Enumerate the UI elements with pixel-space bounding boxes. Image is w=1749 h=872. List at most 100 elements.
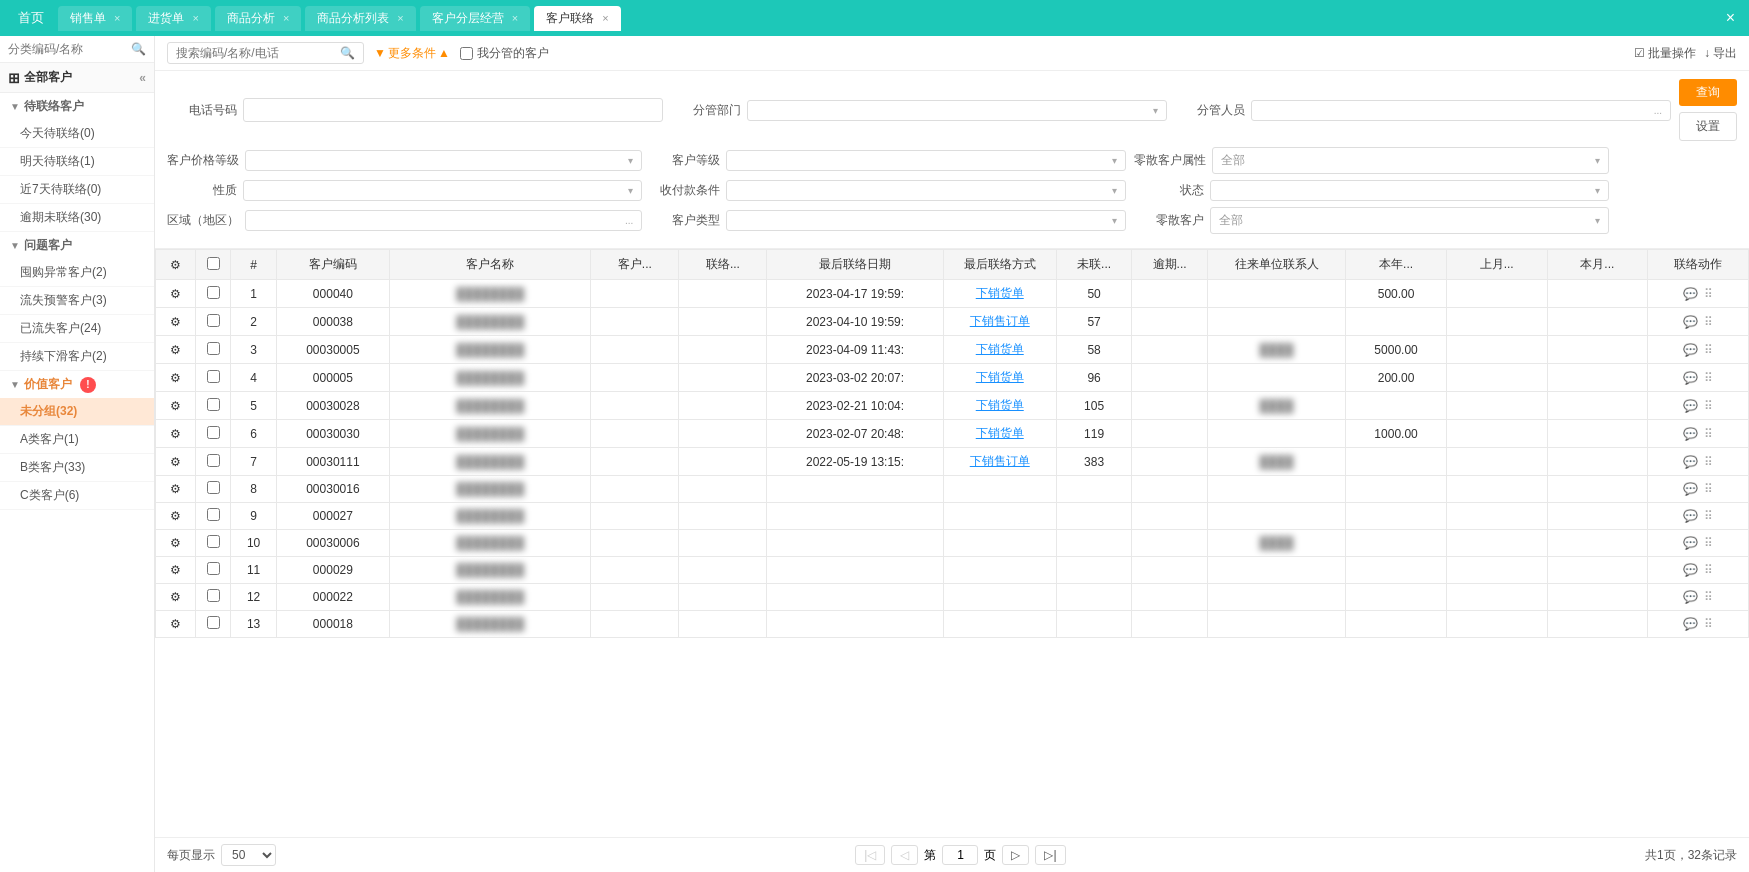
nav-home[interactable]: 首页	[8, 5, 54, 31]
last-page-btn[interactable]: ▷|	[1035, 845, 1065, 865]
chat-icon[interactable]: 💬	[1683, 315, 1698, 329]
sidebar-item-hoarding[interactable]: 囤购异常客户(2)	[0, 259, 154, 287]
sidebar-group-pending[interactable]: ▼ 待联络客户	[0, 93, 154, 120]
contact-type-link[interactable]: 下销货单	[976, 370, 1024, 384]
chat-icon[interactable]: 💬	[1683, 455, 1698, 469]
first-page-btn[interactable]: |◁	[855, 845, 885, 865]
td-check[interactable]	[196, 557, 231, 584]
th-overdue[interactable]: 逾期...	[1132, 250, 1207, 280]
chat-icon[interactable]: 💬	[1683, 590, 1698, 604]
td-check[interactable]	[196, 280, 231, 308]
row-checkbox[interactable]	[207, 616, 220, 629]
contact-type-link[interactable]: 下销货单	[976, 398, 1024, 412]
td-gear[interactable]: ⚙	[156, 611, 196, 638]
td-gear[interactable]: ⚙	[156, 280, 196, 308]
th-last-contact-type[interactable]: 最后联络方式	[943, 250, 1056, 280]
main-search-input[interactable]	[176, 46, 336, 60]
row-checkbox[interactable]	[207, 342, 220, 355]
row-checkbox[interactable]	[207, 426, 220, 439]
my-customers-input[interactable]	[460, 47, 473, 60]
sidebar-item-b-class[interactable]: B类客户(33)	[0, 454, 154, 482]
td-check[interactable]	[196, 364, 231, 392]
td-check[interactable]	[196, 503, 231, 530]
td-check[interactable]	[196, 420, 231, 448]
export-btn[interactable]: ↓ 导出	[1704, 45, 1737, 62]
reset-button[interactable]: 设置	[1679, 112, 1737, 141]
th-no-contact[interactable]: 未联...	[1056, 250, 1131, 280]
more-icon[interactable]: ⠿	[1704, 509, 1713, 523]
nav-tab-customer-contact[interactable]: 客户联络 ×	[534, 6, 620, 31]
td-gear[interactable]: ⚙	[156, 308, 196, 336]
chat-icon[interactable]: 💬	[1683, 509, 1698, 523]
row-checkbox[interactable]	[207, 508, 220, 521]
close-analysis-list-tab[interactable]: ×	[397, 12, 403, 24]
td-check[interactable]	[196, 308, 231, 336]
sidebar-item-today[interactable]: 今天待联络(0)	[0, 120, 154, 148]
chat-icon[interactable]: 💬	[1683, 563, 1698, 577]
row-checkbox[interactable]	[207, 286, 220, 299]
sidebar-group-value[interactable]: ▼ 价值客户 !	[0, 371, 154, 398]
chat-icon[interactable]: 💬	[1683, 427, 1698, 441]
nature-select[interactable]: ▾	[243, 180, 642, 201]
price-level-select[interactable]: ▾	[245, 150, 642, 171]
main-search-icon[interactable]: 🔍	[340, 46, 355, 60]
nav-tab-purchase[interactable]: 进货单 ×	[136, 6, 210, 31]
td-check[interactable]	[196, 530, 231, 557]
close-purchase-tab[interactable]: ×	[192, 12, 198, 24]
next-page-btn[interactable]: ▷	[1002, 845, 1029, 865]
td-gear[interactable]: ⚙	[156, 364, 196, 392]
td-gear[interactable]: ⚙	[156, 476, 196, 503]
status-select[interactable]: ▾	[1210, 180, 1609, 201]
more-icon[interactable]: ⠿	[1704, 343, 1713, 357]
manager-select[interactable]: ...	[1251, 100, 1671, 121]
th-type[interactable]: 客户...	[591, 250, 679, 280]
sidebar-item-overdue[interactable]: 逾期未联络(30)	[0, 204, 154, 232]
sidebar-search-icon[interactable]: 🔍	[131, 42, 146, 56]
td-gear[interactable]: ⚙	[156, 392, 196, 420]
retail-customer-select[interactable]: 全部▾	[1210, 207, 1609, 234]
chat-icon[interactable]: 💬	[1683, 617, 1698, 631]
customer-type-select[interactable]: ▾	[726, 210, 1125, 231]
more-icon[interactable]: ⠿	[1704, 371, 1713, 385]
select-all-checkbox[interactable]	[207, 257, 220, 270]
close-segment-tab[interactable]: ×	[512, 12, 518, 24]
more-icon[interactable]: ⠿	[1704, 536, 1713, 550]
more-filters-btn[interactable]: ▼ 更多条件 ▲	[374, 45, 450, 62]
nav-tab-sales[interactable]: 销售单 ×	[58, 6, 132, 31]
contact-type-link[interactable]: 下销货单	[976, 286, 1024, 300]
more-icon[interactable]: ⠿	[1704, 590, 1713, 604]
close-analysis-tab[interactable]: ×	[283, 12, 289, 24]
chat-icon[interactable]: 💬	[1683, 482, 1698, 496]
sidebar-item-a-class[interactable]: A类客户(1)	[0, 426, 154, 454]
td-gear[interactable]: ⚙	[156, 530, 196, 557]
payment-select[interactable]: ▾	[726, 180, 1125, 201]
collapse-sidebar-icon[interactable]: «	[139, 71, 146, 85]
chat-icon[interactable]: 💬	[1683, 287, 1698, 301]
contact-type-link[interactable]: 下销货单	[976, 342, 1024, 356]
close-contact-tab[interactable]: ×	[602, 12, 608, 24]
chat-icon[interactable]: 💬	[1683, 536, 1698, 550]
row-checkbox[interactable]	[207, 314, 220, 327]
td-check[interactable]	[196, 476, 231, 503]
row-checkbox[interactable]	[207, 481, 220, 494]
more-icon[interactable]: ⠿	[1704, 617, 1713, 631]
sidebar-item-week[interactable]: 近7天待联络(0)	[0, 176, 154, 204]
td-check[interactable]	[196, 611, 231, 638]
dept-select[interactable]: ▾	[747, 100, 1167, 121]
phone-input[interactable]	[243, 98, 663, 122]
th-this-year[interactable]: 本年...	[1346, 250, 1447, 280]
sidebar-item-churn-warning[interactable]: 流失预警客户(3)	[0, 287, 154, 315]
batch-operations-btn[interactable]: ☑ 批量操作	[1634, 45, 1696, 62]
td-gear[interactable]: ⚙	[156, 557, 196, 584]
row-checkbox[interactable]	[207, 589, 220, 602]
more-icon[interactable]: ⠿	[1704, 399, 1713, 413]
contact-type-link[interactable]: 下销货单	[976, 426, 1024, 440]
th-last-month[interactable]: 上月...	[1446, 250, 1547, 280]
search-button[interactable]: 查询	[1679, 79, 1737, 106]
chat-icon[interactable]: 💬	[1683, 371, 1698, 385]
retail-attr-select[interactable]: 全部▾	[1212, 147, 1609, 174]
sidebar-item-declining[interactable]: 持续下滑客户(2)	[0, 343, 154, 371]
row-checkbox[interactable]	[207, 535, 220, 548]
td-check[interactable]	[196, 392, 231, 420]
page-size-select[interactable]: 50 100 200	[221, 844, 276, 866]
